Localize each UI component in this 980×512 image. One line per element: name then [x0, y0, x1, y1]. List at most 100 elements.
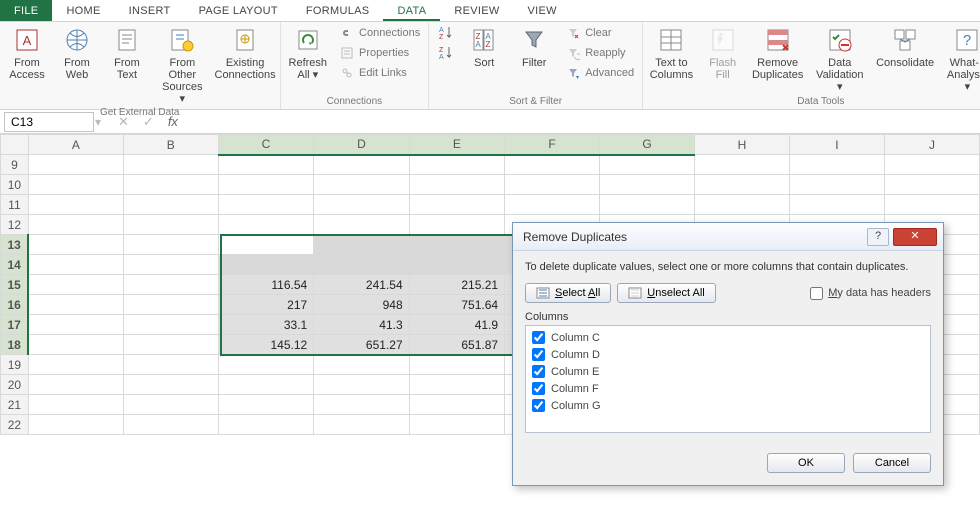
- cell-F9[interactable]: [505, 155, 600, 175]
- cell-C15[interactable]: 116.54: [218, 275, 313, 295]
- column-item-0[interactable]: Column C: [532, 329, 924, 346]
- filter-button[interactable]: Filter: [513, 24, 555, 69]
- cell-B17[interactable]: [123, 315, 218, 335]
- cell-D12[interactable]: [314, 215, 409, 235]
- row-header-16[interactable]: 16: [1, 295, 29, 315]
- row-header-22[interactable]: 22: [1, 415, 29, 435]
- cell-C19[interactable]: [218, 355, 313, 375]
- cell-D14[interactable]: [314, 255, 409, 275]
- row-header-9[interactable]: 9: [1, 155, 29, 175]
- cell-C18[interactable]: 145.12: [218, 335, 313, 355]
- edit-links-button[interactable]: Edit Links: [337, 64, 422, 82]
- cell-C13[interactable]: [218, 235, 313, 255]
- row-header-12[interactable]: 12: [1, 215, 29, 235]
- cell-B20[interactable]: [123, 375, 218, 395]
- cell-D16[interactable]: 948: [314, 295, 409, 315]
- cell-B16[interactable]: [123, 295, 218, 315]
- cell-C16[interactable]: 217: [218, 295, 313, 315]
- cell-D18[interactable]: 651.27: [314, 335, 409, 355]
- cell-A16[interactable]: [28, 295, 123, 315]
- column-item-2[interactable]: Column E: [532, 363, 924, 380]
- row-header-13[interactable]: 13: [1, 235, 29, 255]
- row-header-17[interactable]: 17: [1, 315, 29, 335]
- column-item-4[interactable]: Column G: [532, 397, 924, 414]
- column-checkbox-1[interactable]: [532, 348, 545, 361]
- col-header-H[interactable]: H: [694, 135, 789, 155]
- cell-A21[interactable]: [28, 395, 123, 415]
- select-all-button[interactable]: Select All: [525, 283, 611, 303]
- headers-checkbox-label[interactable]: My data has headers: [810, 287, 931, 300]
- column-item-3[interactable]: Column F: [532, 380, 924, 397]
- cell-D20[interactable]: [314, 375, 409, 395]
- cell-A9[interactable]: [28, 155, 123, 175]
- cell-E13[interactable]: [409, 235, 504, 255]
- cell-B15[interactable]: [123, 275, 218, 295]
- dialog-close-button[interactable]: ✕: [893, 228, 937, 246]
- from-other-sources-button[interactable]: From OtherSources ▾: [156, 24, 209, 105]
- cell-E15[interactable]: 215.21: [409, 275, 504, 295]
- cell-D10[interactable]: [314, 175, 409, 195]
- col-header-D[interactable]: D: [314, 135, 409, 155]
- tab-review[interactable]: REVIEW: [440, 0, 513, 21]
- cell-E9[interactable]: [409, 155, 504, 175]
- cell-D15[interactable]: 241.54: [314, 275, 409, 295]
- cell-E19[interactable]: [409, 355, 504, 375]
- col-header-J[interactable]: J: [884, 135, 979, 155]
- cell-A20[interactable]: [28, 375, 123, 395]
- cell-B18[interactable]: [123, 335, 218, 355]
- cell-A17[interactable]: [28, 315, 123, 335]
- existing-connections-button[interactable]: ExistingConnections: [217, 24, 274, 81]
- remove-duplicates-button[interactable]: RemoveDuplicates: [752, 24, 804, 81]
- from-web-button[interactable]: FromWeb: [56, 24, 98, 81]
- enter-formula-icon[interactable]: ✓: [143, 114, 154, 130]
- clear-filter-button[interactable]: Clear: [563, 24, 636, 42]
- cell-B12[interactable]: [123, 215, 218, 235]
- cell-E12[interactable]: [409, 215, 504, 235]
- unselect-all-button[interactable]: Unselect All: [617, 283, 715, 303]
- column-checkbox-3[interactable]: [532, 382, 545, 395]
- col-header-E[interactable]: E: [409, 135, 504, 155]
- col-header-I[interactable]: I: [789, 135, 884, 155]
- columns-list[interactable]: Column CColumn DColumn EColumn FColumn G: [525, 325, 931, 433]
- dialog-titlebar[interactable]: Remove Duplicates ? ✕: [513, 223, 943, 251]
- ok-button[interactable]: OK: [767, 453, 845, 473]
- cell-E11[interactable]: [409, 195, 504, 215]
- cell-E20[interactable]: [409, 375, 504, 395]
- tab-home[interactable]: HOME: [52, 0, 114, 21]
- cell-E14[interactable]: [409, 255, 504, 275]
- cell-E10[interactable]: [409, 175, 504, 195]
- row-header-15[interactable]: 15: [1, 275, 29, 295]
- from-access-button[interactable]: AFromAccess: [6, 24, 48, 81]
- from-text-button[interactable]: FromText: [106, 24, 148, 81]
- row-header-11[interactable]: 11: [1, 195, 29, 215]
- fx-icon[interactable]: fx: [168, 114, 178, 130]
- sort-desc-button[interactable]: ZA: [435, 44, 455, 62]
- headers-checkbox[interactable]: [810, 287, 823, 300]
- cell-C21[interactable]: [218, 395, 313, 415]
- cell-B11[interactable]: [123, 195, 218, 215]
- cell-J10[interactable]: [884, 175, 979, 195]
- cell-B14[interactable]: [123, 255, 218, 275]
- tab-formulas[interactable]: FORMULAS: [292, 0, 384, 21]
- cell-D17[interactable]: 41.3: [314, 315, 409, 335]
- cancel-button[interactable]: Cancel: [853, 453, 931, 473]
- sort-asc-button[interactable]: AZ: [435, 24, 455, 42]
- cell-C9[interactable]: [218, 155, 313, 175]
- cell-A18[interactable]: [28, 335, 123, 355]
- cell-A11[interactable]: [28, 195, 123, 215]
- tab-insert[interactable]: INSERT: [115, 0, 185, 21]
- tab-page-layout[interactable]: PAGE LAYOUT: [185, 0, 292, 21]
- col-header-A[interactable]: A: [28, 135, 123, 155]
- cell-A13[interactable]: [28, 235, 123, 255]
- cell-I10[interactable]: [789, 175, 884, 195]
- cell-A15[interactable]: [28, 275, 123, 295]
- cell-F11[interactable]: [505, 195, 600, 215]
- cell-E18[interactable]: 651.87: [409, 335, 504, 355]
- namebox-dropdown-icon[interactable]: ▾: [94, 115, 102, 129]
- cell-C14[interactable]: [218, 255, 313, 275]
- col-header-F[interactable]: F: [505, 135, 600, 155]
- cell-A12[interactable]: [28, 215, 123, 235]
- cell-C12[interactable]: [218, 215, 313, 235]
- row-header-19[interactable]: 19: [1, 355, 29, 375]
- cell-C20[interactable]: [218, 375, 313, 395]
